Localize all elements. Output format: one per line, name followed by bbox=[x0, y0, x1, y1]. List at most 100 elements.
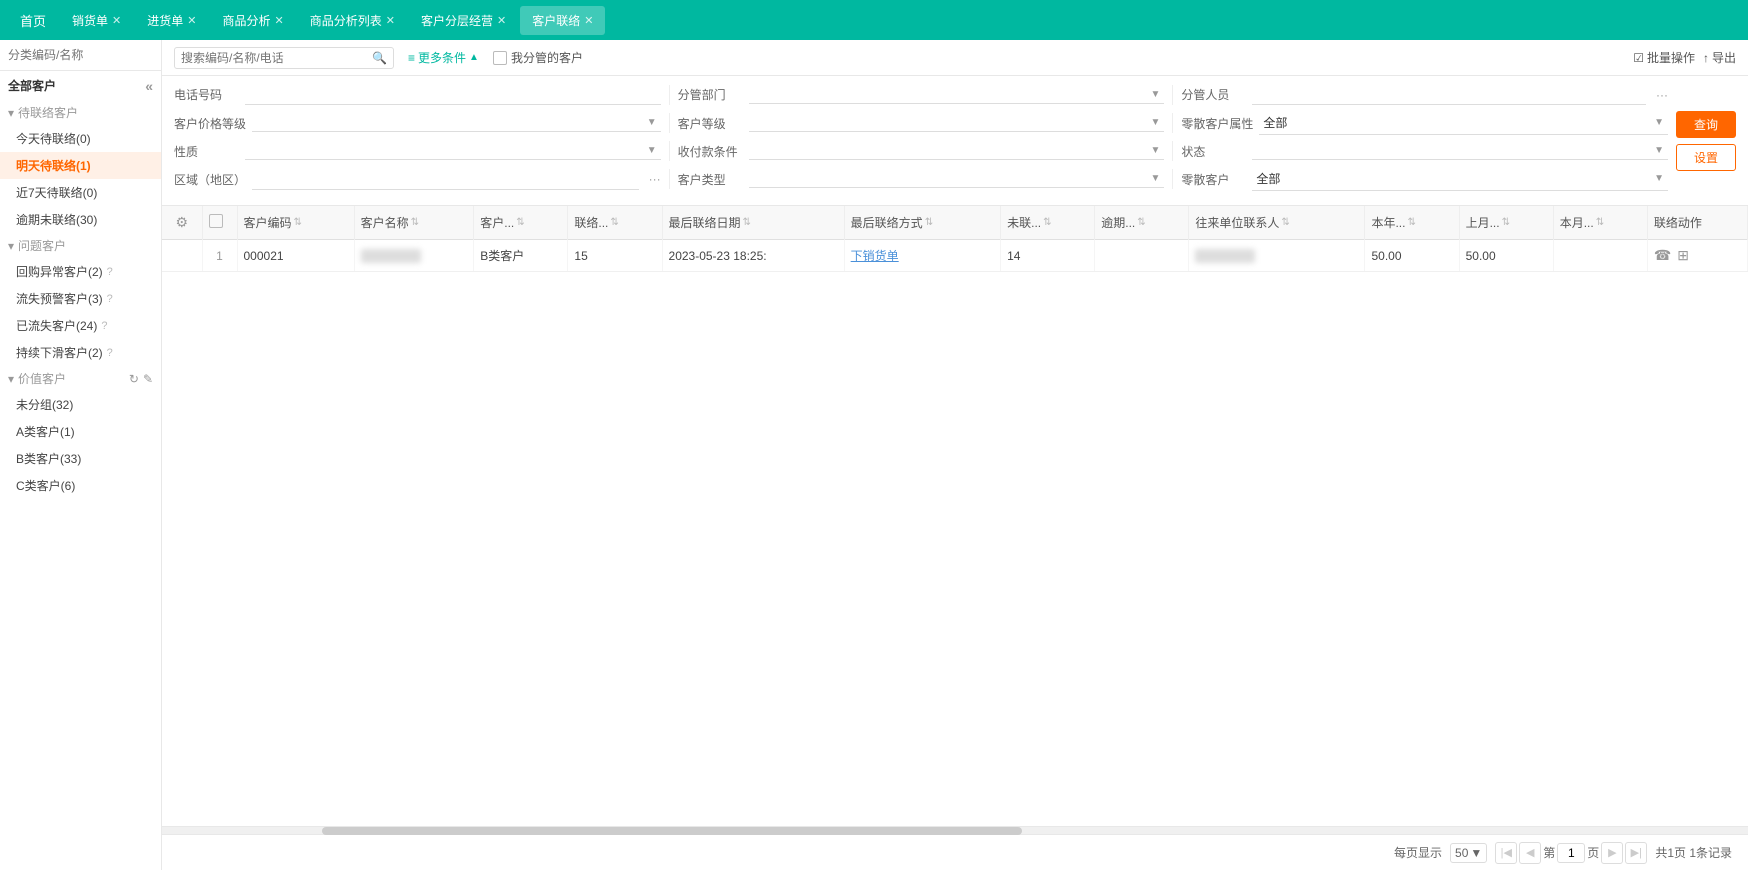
page-last-btn[interactable]: ▶| bbox=[1625, 842, 1647, 864]
th-gear: ⚙ bbox=[162, 206, 202, 240]
filter-icon: ≡ bbox=[408, 51, 415, 65]
nav-home[interactable]: 首页 bbox=[8, 5, 58, 36]
contact-method-link[interactable]: 下销货单 bbox=[851, 249, 899, 263]
filter-grade-select[interactable]: ▼ bbox=[749, 114, 1165, 132]
filter-manager-input[interactable] bbox=[1252, 84, 1646, 105]
action-grid-icon[interactable]: ⊞ bbox=[1677, 247, 1689, 264]
filter-dept-label: 分管部门 bbox=[678, 86, 743, 103]
filter-phone-input[interactable] bbox=[245, 84, 661, 105]
batch-op-btn[interactable]: ☑ 批量操作 bbox=[1633, 49, 1695, 66]
sidebar-item-repurchase[interactable]: 回购异常客户(2) ? bbox=[0, 258, 161, 285]
filter-region-label: 区域（地区） bbox=[174, 171, 246, 188]
page-next-btn[interactable]: ▶ bbox=[1601, 842, 1623, 864]
filter-retail-attr-select[interactable]: 全部 ▼ bbox=[1259, 111, 1668, 135]
nav-sales[interactable]: 销货单 ✕ bbox=[60, 6, 133, 35]
sidebar-item-classB[interactable]: B类客户(33) bbox=[0, 445, 161, 472]
table-scroll-thumb[interactable] bbox=[322, 827, 1022, 835]
sidebar-item-churned[interactable]: 已流失客户(24) ? bbox=[0, 312, 161, 339]
sidebar-search-input[interactable] bbox=[8, 48, 162, 62]
sidebar-item-classC[interactable]: C类客户(6) bbox=[0, 472, 161, 499]
filter-region-dots[interactable]: ··· bbox=[649, 172, 661, 186]
nav-customer-contact-close[interactable]: ✕ bbox=[584, 14, 593, 27]
per-page-down-icon: ▼ bbox=[1470, 846, 1482, 860]
my-customers-checkbox[interactable]: 我分管的客户 bbox=[493, 49, 583, 66]
nav-goods-analysis-list-close[interactable]: ✕ bbox=[386, 14, 395, 27]
nav-customer-contact[interactable]: 客户联络 ✕ bbox=[520, 6, 605, 35]
page-first-btn[interactable]: |◀ bbox=[1495, 842, 1517, 864]
filter-gender-select[interactable]: ▼ bbox=[245, 142, 661, 160]
nav-goods-analysis[interactable]: 商品分析 ✕ bbox=[210, 6, 295, 35]
chevron-down-icon: ▼ bbox=[1150, 89, 1160, 100]
sort-icon[interactable]: ⇅ bbox=[610, 217, 618, 228]
more-conditions-btn[interactable]: ≡ 更多条件 ▲ bbox=[402, 46, 485, 69]
sidebar-item-churn-warning[interactable]: 流失预警客户(3) ? bbox=[0, 285, 161, 312]
nav-customer-tier[interactable]: 客户分层经营 ✕ bbox=[409, 6, 518, 35]
filter-gender-field: 性质 ▼ bbox=[174, 142, 661, 160]
filter-price-grade-select[interactable]: ▼ bbox=[252, 114, 661, 132]
filter-manager-dots[interactable]: ··· bbox=[1656, 88, 1668, 102]
set-button[interactable]: 设置 bbox=[1676, 144, 1736, 171]
filter-payment-select[interactable]: ▼ bbox=[749, 142, 1165, 160]
filter-dept-select[interactable]: ▼ bbox=[749, 86, 1165, 104]
sort-icon[interactable]: ⇅ bbox=[1596, 217, 1604, 228]
sidebar-all-customers[interactable]: 全部客户 « bbox=[0, 71, 161, 100]
sort-icon[interactable]: ⇅ bbox=[1407, 217, 1415, 228]
per-page-select[interactable]: 50 ▼ bbox=[1450, 843, 1487, 863]
filter-retail-customer-select[interactable]: 全部 ▼ bbox=[1252, 167, 1668, 191]
nav-goods-analysis-close[interactable]: ✕ bbox=[275, 14, 284, 27]
sort-icon[interactable]: ⇅ bbox=[925, 217, 933, 228]
edit-icon[interactable]: ✎ bbox=[143, 372, 153, 386]
sort-icon[interactable]: ⇅ bbox=[1281, 217, 1289, 228]
filter-customer-type-select[interactable]: ▼ bbox=[749, 170, 1165, 188]
sort-icon[interactable]: ⇅ bbox=[1502, 217, 1510, 228]
sort-icon[interactable]: ⇅ bbox=[411, 217, 419, 228]
search-icon[interactable]: 🔍 bbox=[372, 51, 387, 65]
sidebar-item-tomorrow[interactable]: 明天待联络(1) bbox=[0, 152, 161, 179]
query-button[interactable]: 查询 bbox=[1676, 111, 1736, 138]
sidebar-item-today[interactable]: 今天待联络(0) bbox=[0, 125, 161, 152]
sidebar-item-classA[interactable]: A类客户(1) bbox=[0, 418, 161, 445]
nav-purchase[interactable]: 进货单 ✕ bbox=[135, 6, 208, 35]
sidebar-item-overdue[interactable]: 逾期未联络(30) bbox=[0, 206, 161, 233]
td-this-month bbox=[1553, 240, 1647, 272]
chevron-up-icon: ▲ bbox=[469, 52, 479, 63]
table-scrollbar[interactable] bbox=[162, 826, 1748, 834]
header-checkbox[interactable] bbox=[209, 214, 223, 228]
filter-status-select[interactable]: ▼ bbox=[1252, 142, 1668, 160]
td-name bbox=[354, 240, 474, 272]
sidebar-collapse-icon[interactable]: « bbox=[145, 78, 153, 94]
divider3 bbox=[669, 113, 670, 133]
td-contact-num: 15 bbox=[568, 240, 662, 272]
sidebar-item-ungrouped[interactable]: 未分组(32) bbox=[0, 391, 161, 418]
sort-icon[interactable]: ⇅ bbox=[294, 217, 302, 228]
sidebar-item-week[interactable]: 近7天待联络(0) bbox=[0, 179, 161, 206]
th-last-contact-date: 最后联络日期 ⇅ bbox=[662, 206, 844, 240]
sort-icon[interactable]: ⇅ bbox=[1043, 217, 1051, 228]
th-contact-num: 联络... ⇅ bbox=[568, 206, 662, 240]
gear-settings-icon[interactable]: ⚙ bbox=[175, 214, 188, 230]
search-input[interactable] bbox=[181, 51, 368, 65]
sidebar-item-declining[interactable]: 持续下滑客户(2) ? bbox=[0, 339, 161, 366]
chevron-down-icon: ▼ bbox=[1150, 145, 1160, 156]
sort-icon[interactable]: ⇅ bbox=[516, 217, 524, 228]
sort-icon[interactable]: ⇅ bbox=[743, 217, 751, 228]
filter-retail-customer-label: 零散客户 bbox=[1181, 171, 1246, 188]
nav-customer-tier-close[interactable]: ✕ bbox=[497, 14, 506, 27]
nav-goods-analysis-list[interactable]: 商品分析列表 ✕ bbox=[298, 6, 407, 35]
nav-purchase-close[interactable]: ✕ bbox=[187, 14, 196, 27]
page-nav: |◀ ◀ 第 页 ▶ ▶| bbox=[1495, 842, 1647, 864]
sort-icon[interactable]: ⇅ bbox=[1137, 217, 1145, 228]
nav-sales-close[interactable]: ✕ bbox=[112, 14, 121, 27]
page-input[interactable] bbox=[1557, 843, 1585, 863]
page-prev-btn[interactable]: ◀ bbox=[1519, 842, 1541, 864]
action-phone-icon[interactable]: ☎ bbox=[1654, 247, 1671, 264]
chevron-down-icon: ▼ bbox=[1150, 173, 1160, 184]
refresh-icon[interactable]: ↻ bbox=[129, 372, 139, 386]
td-last-contact-method: 下销货单 bbox=[844, 240, 1000, 272]
my-customers-check[interactable] bbox=[493, 51, 507, 65]
top-nav: 首页 销货单 ✕ 进货单 ✕ 商品分析 ✕ 商品分析列表 ✕ 客户分层经营 ✕ … bbox=[0, 0, 1748, 40]
sidebar: 🔍 全部客户 « ▾ 待联络客户 今天待联络(0) 明天待联络(1) 近7天待联… bbox=[0, 40, 162, 870]
filter-region-input[interactable] bbox=[252, 169, 639, 190]
export-btn[interactable]: ↑ 导出 bbox=[1703, 49, 1736, 66]
filter-panel: 电话号码 分管部门 ▼ bbox=[162, 76, 1748, 206]
